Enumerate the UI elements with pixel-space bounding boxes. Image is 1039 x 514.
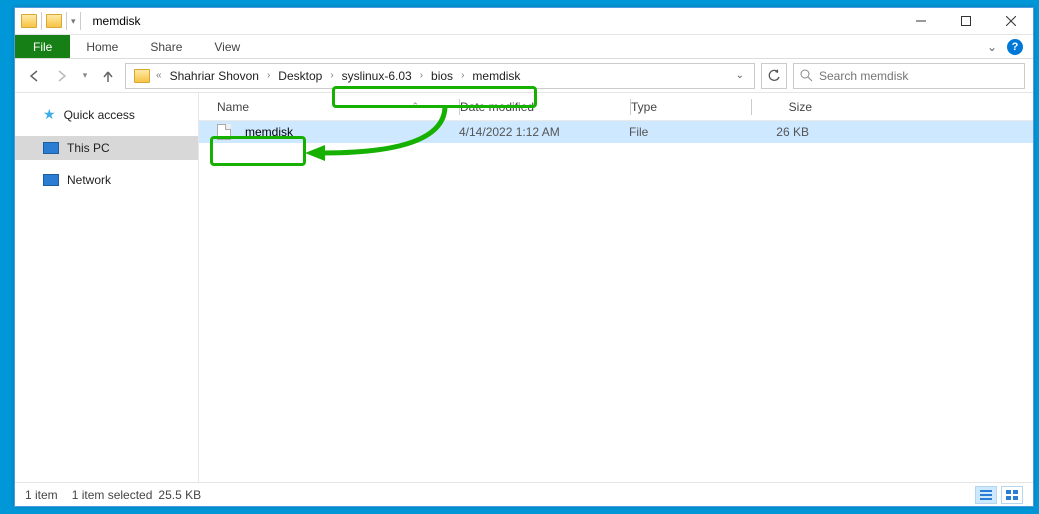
column-header-name[interactable]: Name ⌃ [199, 100, 459, 114]
sidebar-item-quick-access[interactable]: ★ Quick access [15, 101, 198, 128]
folder-icon [46, 14, 62, 28]
navigation-bar: ▾ « Shahriar Shovon › Desktop › syslinux… [15, 59, 1033, 93]
maximize-button[interactable] [943, 8, 988, 35]
sidebar-item-network[interactable]: Network [15, 168, 198, 192]
breadcrumb-label: Shahriar Shovon [170, 69, 259, 83]
network-icon [43, 174, 59, 186]
address-bar[interactable]: « Shahriar Shovon › Desktop › syslinux-6… [125, 63, 755, 89]
file-icon [217, 124, 231, 140]
ribbon-tabs: File Home Share View ⌄ ? [15, 35, 1033, 59]
tab-label: Home [86, 40, 118, 54]
arrow-right-icon [55, 69, 69, 83]
chevron-right-icon[interactable]: › [461, 70, 464, 81]
column-headers: Name ⌃ Date modified Type Size [199, 93, 1033, 121]
folder-icon [21, 14, 37, 28]
divider [80, 12, 81, 30]
tab-share[interactable]: Share [134, 35, 198, 58]
tab-view[interactable]: View [198, 35, 256, 58]
view-details-button[interactable] [975, 486, 997, 504]
status-selection-size: 25.5 KB [158, 488, 201, 502]
sidebar-item-label: Quick access [64, 108, 135, 122]
tab-home[interactable]: Home [70, 35, 134, 58]
breadcrumb-item[interactable]: syslinux-6.03 [336, 67, 418, 85]
file-tab-label: File [33, 40, 52, 54]
column-label: Date modified [460, 100, 534, 114]
close-button[interactable] [988, 8, 1033, 35]
table-row[interactable]: memdisk 4/14/2022 1:12 AM File 26 KB [199, 121, 1033, 143]
tab-label: Share [150, 40, 182, 54]
column-label: Type [631, 100, 657, 114]
sidebar-item-label: Network [67, 173, 111, 187]
column-label: Name [217, 100, 249, 114]
search-icon [800, 69, 813, 82]
breadcrumb-label: bios [431, 69, 453, 83]
chevron-right-icon[interactable]: › [267, 70, 270, 81]
view-large-icons-button[interactable] [1001, 486, 1023, 504]
breadcrumb-item[interactable]: Shahriar Shovon [164, 67, 265, 85]
file-type: File [629, 125, 749, 139]
chevron-down-icon[interactable]: ⌄ [987, 40, 997, 54]
status-bar: 1 item 1 item selected 25.5 KB [15, 482, 1033, 506]
details-view-icon [980, 490, 992, 500]
tab-label: View [214, 40, 240, 54]
arrow-up-icon [101, 69, 115, 83]
title-bar: ▾ memdisk [15, 8, 1033, 35]
star-icon: ★ [43, 106, 56, 123]
breadcrumb-label: Desktop [278, 69, 322, 83]
status-item-count: 1 item [25, 488, 58, 502]
breadcrumb-label: memdisk [472, 69, 520, 83]
sidebar-item-this-pc[interactable]: This PC [15, 136, 198, 160]
refresh-button[interactable] [761, 63, 787, 89]
breadcrumb-label: syslinux-6.03 [342, 69, 412, 83]
sidebar-item-label: This PC [67, 141, 110, 155]
up-button[interactable] [97, 65, 119, 87]
back-button[interactable] [23, 65, 45, 87]
folder-icon [134, 69, 150, 83]
navigation-pane: ★ Quick access This PC Network [15, 93, 199, 491]
sort-indicator-icon: ⌃ [411, 101, 419, 112]
forward-button[interactable] [51, 65, 73, 87]
overflow-chevron-icon[interactable]: « [156, 70, 162, 81]
search-input[interactable] [819, 69, 1018, 83]
minimize-icon [916, 16, 926, 26]
search-box[interactable] [793, 63, 1025, 89]
file-size: 26 KB [749, 125, 839, 139]
close-icon [1006, 16, 1016, 26]
chevron-right-icon[interactable]: › [330, 70, 333, 81]
address-dropdown-icon[interactable]: ⌄ [736, 70, 744, 81]
window-title: memdisk [93, 14, 141, 28]
qat-dropdown-icon[interactable]: ▾ [71, 16, 76, 27]
large-icons-view-icon [1006, 490, 1018, 500]
breadcrumb-item[interactable]: bios [425, 67, 459, 85]
column-header-date[interactable]: Date modified [460, 100, 630, 114]
column-header-size[interactable]: Size [752, 100, 842, 114]
breadcrumb-item[interactable]: memdisk [466, 67, 526, 85]
column-header-type[interactable]: Type [631, 100, 751, 114]
refresh-icon [767, 69, 781, 83]
maximize-icon [961, 16, 971, 26]
chevron-right-icon[interactable]: › [420, 70, 423, 81]
explorer-body: ★ Quick access This PC Network Name ⌃ [15, 93, 1033, 491]
help-button[interactable]: ? [1007, 39, 1023, 55]
divider [66, 12, 67, 30]
breadcrumb-item[interactable]: Desktop [272, 67, 328, 85]
file-tab[interactable]: File [15, 35, 70, 58]
arrow-left-icon [27, 69, 41, 83]
column-label: Size [789, 100, 812, 114]
file-explorer-window: ▾ memdisk File Home Share View ⌄ ? [14, 7, 1034, 507]
minimize-button[interactable] [898, 8, 943, 35]
file-name: memdisk [245, 125, 293, 139]
file-list: Name ⌃ Date modified Type Size memdisk 4… [199, 93, 1033, 491]
status-selection: 1 item selected [72, 488, 153, 502]
quick-access-toolbar: ▾ [15, 12, 87, 30]
divider [41, 12, 42, 30]
file-date: 4/14/2022 1:12 AM [459, 125, 629, 139]
monitor-icon [43, 142, 59, 154]
window-controls [898, 8, 1033, 35]
recent-locations-button[interactable]: ▾ [79, 65, 91, 87]
